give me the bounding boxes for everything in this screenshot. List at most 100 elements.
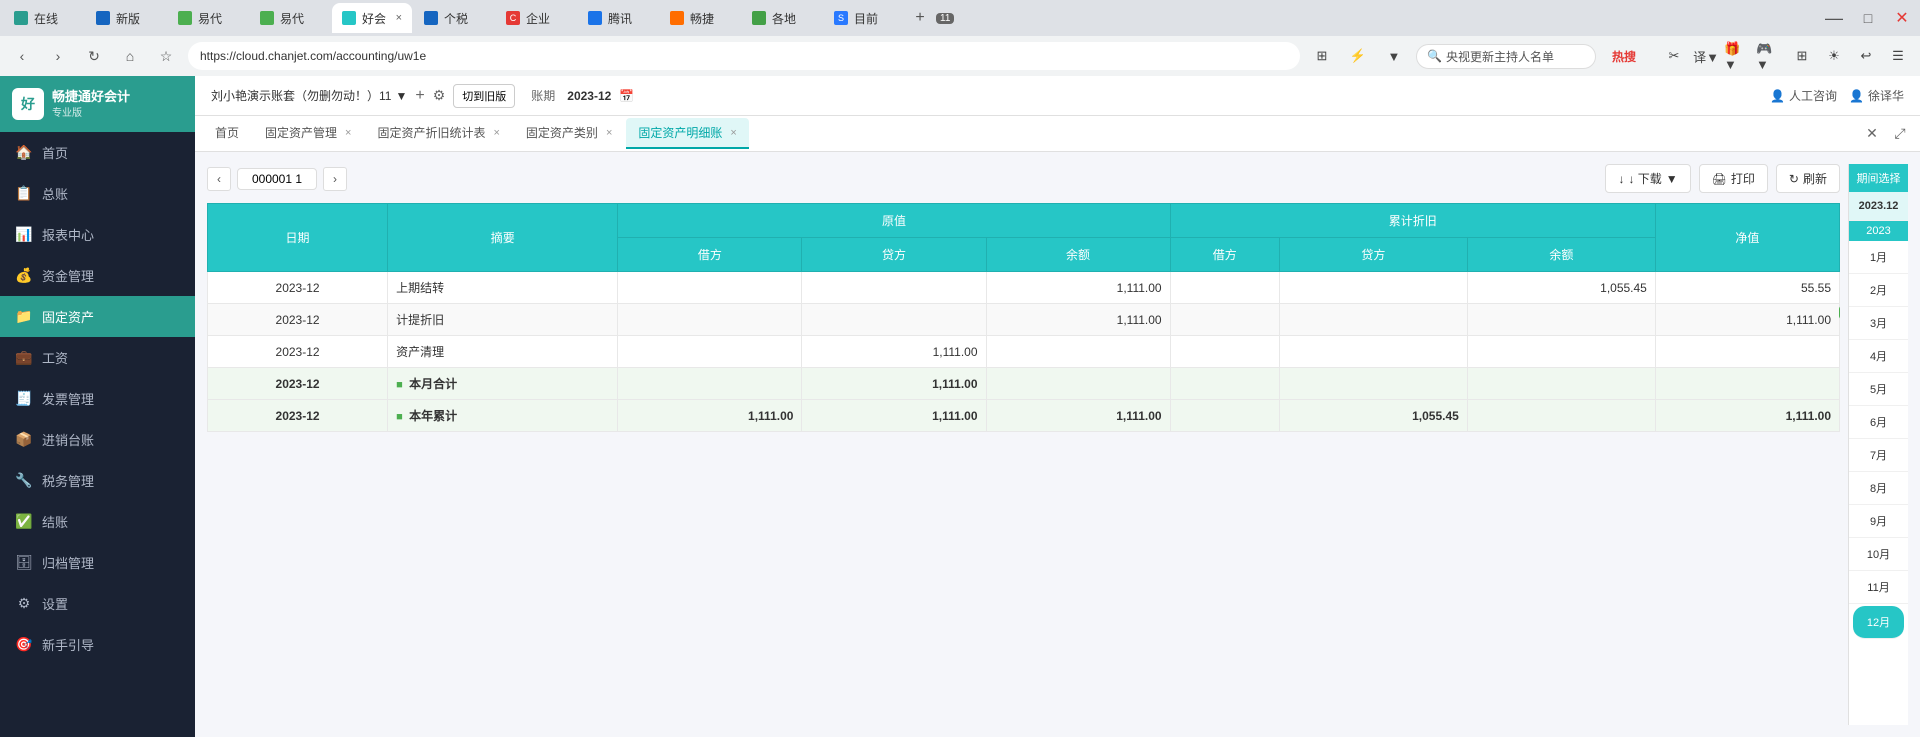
- tab-close-haohui[interactable]: ×: [396, 12, 402, 24]
- period-month-4[interactable]: 4月: [1849, 340, 1908, 373]
- search-area[interactable]: 🔍 央视更新主持人名单: [1416, 44, 1596, 69]
- nav-refresh[interactable]: ↻: [80, 42, 108, 70]
- tab-depreciation-stats[interactable]: 固定资产折旧统计表 ×: [365, 118, 511, 149]
- sidebar-item-payroll[interactable]: 💼 工资: [0, 337, 195, 378]
- sidebar-item-ledger[interactable]: 📋 总账: [0, 173, 195, 214]
- tab-fixed-asset-mgmt[interactable]: 固定资产管理 ×: [253, 118, 363, 149]
- browser-tab-haohui[interactable]: 好会 ×: [332, 3, 412, 33]
- period-month-6[interactable]: 6月: [1849, 406, 1908, 439]
- sidebar-item-trading[interactable]: 📦 进销台账: [0, 419, 195, 460]
- sidebar-item-fixed-assets[interactable]: 📁 固定资产: [0, 296, 195, 337]
- refresh-button[interactable]: ↻ 刷新: [1776, 164, 1840, 193]
- print-button[interactable]: 🖨 打印: [1699, 164, 1768, 193]
- address-input[interactable]: [188, 42, 1300, 70]
- browser-tab-new[interactable]: 新版: [86, 3, 166, 33]
- history-icon[interactable]: ↩: [1852, 42, 1880, 70]
- version-switch-button[interactable]: 切到旧版: [453, 84, 515, 108]
- nav-home[interactable]: ⌂: [116, 42, 144, 70]
- sidebar-item-funds[interactable]: 💰 资金管理: [0, 255, 195, 296]
- browser-tab-geshui[interactable]: 个税: [414, 3, 494, 33]
- period-month-11[interactable]: 11月: [1849, 571, 1908, 604]
- grid-icon[interactable]: ⊞: [1788, 42, 1816, 70]
- nav-back[interactable]: ‹: [8, 42, 36, 70]
- period-month-1[interactable]: 1月: [1849, 241, 1908, 274]
- cell-original-balance: [986, 368, 1170, 400]
- period-month-10[interactable]: 10月: [1849, 538, 1908, 571]
- sidebar-item-home[interactable]: 🏠 首页: [0, 132, 195, 173]
- tab-label-yidai2: 易代: [280, 10, 304, 27]
- browser-tab-muqian[interactable]: S 目前: [824, 3, 904, 33]
- sidebar-item-guide[interactable]: 🎯 新手引导: [0, 624, 195, 665]
- period-month-5[interactable]: 5月: [1849, 373, 1908, 406]
- pagination-next[interactable]: ›: [323, 167, 347, 191]
- translate-icon[interactable]: 译▼: [1692, 42, 1720, 70]
- browser-tab-yidai2[interactable]: 易代: [250, 3, 330, 33]
- sidebar-item-tax[interactable]: 🔧 税务管理: [0, 460, 195, 501]
- sidebar-item-invoice[interactable]: 🧾 发票管理: [0, 378, 195, 419]
- calendar-icon[interactable]: 📅: [619, 89, 634, 103]
- browser-tab-changjie[interactable]: 畅捷: [660, 3, 740, 33]
- menu-icon[interactable]: ☰: [1884, 42, 1912, 70]
- scissor-icon[interactable]: ✂: [1660, 42, 1688, 70]
- period-year-selected[interactable]: 2023.12: [1849, 192, 1908, 221]
- period-month-3[interactable]: 3月: [1849, 307, 1908, 340]
- cell-original-debit: [618, 336, 802, 368]
- sidebar-item-archive[interactable]: 🗄 归档管理: [0, 542, 195, 583]
- period-month-7[interactable]: 7月: [1849, 439, 1908, 472]
- browser-tab-gedi[interactable]: 各地: [742, 3, 822, 33]
- window-close[interactable]: ✕: [1888, 4, 1916, 32]
- browser-tab-yidai1[interactable]: 易代: [168, 3, 248, 33]
- nav-bookmark[interactable]: ☆: [152, 42, 180, 70]
- sidebar-item-reports[interactable]: 📊 报表中心: [0, 214, 195, 255]
- window-minimize[interactable]: —: [1820, 4, 1848, 32]
- extension-icon1[interactable]: ⊞: [1308, 42, 1336, 70]
- tab-asset-ledger[interactable]: 固定资产明细账 ×: [626, 118, 748, 149]
- period-month-9[interactable]: 9月: [1849, 505, 1908, 538]
- extension-icon2[interactable]: ⚡: [1344, 42, 1372, 70]
- window-maximize[interactable]: □: [1854, 4, 1882, 32]
- table-row: 2023-12 资产清理 1,111.00: [208, 336, 1840, 368]
- period-month-12[interactable]: 12月: [1853, 606, 1904, 639]
- browser-tab-tencent[interactable]: 腾讯: [578, 3, 658, 33]
- brightness-icon[interactable]: ☀: [1820, 42, 1848, 70]
- tab-add-button[interactable]: +: [906, 4, 934, 32]
- download-button[interactable]: ↓ ↓ 下载 ▼: [1605, 164, 1690, 193]
- company-select[interactable]: 刘小艳演示账套（勿删勿动！）11 ▼: [211, 87, 407, 104]
- address-bar-expand[interactable]: ▼: [1380, 42, 1408, 70]
- sidebar-item-settings[interactable]: ⚙ 设置: [0, 583, 195, 624]
- download-icon: ↓: [1618, 172, 1624, 186]
- account-settings-icon[interactable]: ⚙: [433, 87, 446, 104]
- nav-forward[interactable]: ›: [44, 42, 72, 70]
- tab-asset-category-close[interactable]: ×: [606, 127, 612, 139]
- cell-original-balance: 1,111.00: [986, 304, 1170, 336]
- app-header-left: 刘小艳演示账套（勿删勿动！）11 ▼ + ⚙ 切到旧版 账期 2023-12 📅: [211, 84, 634, 108]
- tab-fixed-asset-mgmt-close[interactable]: ×: [345, 127, 351, 139]
- tab-expand-icon[interactable]: ⤢: [1888, 122, 1912, 146]
- tab-close-icon[interactable]: ✕: [1860, 122, 1884, 146]
- pagination-controls: ‹ 000001 1 ›: [207, 167, 347, 191]
- col-original-balance: 余额: [986, 238, 1170, 272]
- user-profile[interactable]: 👤 徐译华: [1849, 87, 1904, 104]
- cell-accum-debit: [1170, 304, 1279, 336]
- tab-home[interactable]: 首页: [203, 118, 251, 149]
- tab-label-gedi: 各地: [772, 10, 796, 27]
- tab-favicon-changjie: [670, 11, 684, 25]
- trading-icon: 📦: [16, 432, 32, 448]
- pagination-prev[interactable]: ‹: [207, 167, 231, 191]
- service-button[interactable]: 👤 人工咨询: [1770, 87, 1837, 104]
- tab-depreciation-stats-close[interactable]: ×: [493, 127, 499, 139]
- fixed-assets-icon: 📁: [16, 309, 32, 325]
- sidebar-item-close-account[interactable]: ✅ 结账: [0, 501, 195, 542]
- cell-original-balance: [986, 336, 1170, 368]
- tab-label-online: 在线: [34, 10, 58, 27]
- browser-tab-online[interactable]: 在线: [4, 3, 84, 33]
- period-month-8[interactable]: 8月: [1849, 472, 1908, 505]
- download-label: ↓ 下载: [1628, 170, 1661, 187]
- tab-asset-ledger-close[interactable]: ×: [730, 127, 736, 139]
- tab-asset-category[interactable]: 固定资产类别 ×: [514, 118, 624, 149]
- wallet-icon[interactable]: 🎁▼: [1724, 42, 1752, 70]
- period-month-2[interactable]: 2月: [1849, 274, 1908, 307]
- browser-tab-qiye[interactable]: C 企业: [496, 3, 576, 33]
- game-icon[interactable]: 🎮▼: [1756, 42, 1784, 70]
- add-account-button[interactable]: +: [415, 87, 424, 105]
